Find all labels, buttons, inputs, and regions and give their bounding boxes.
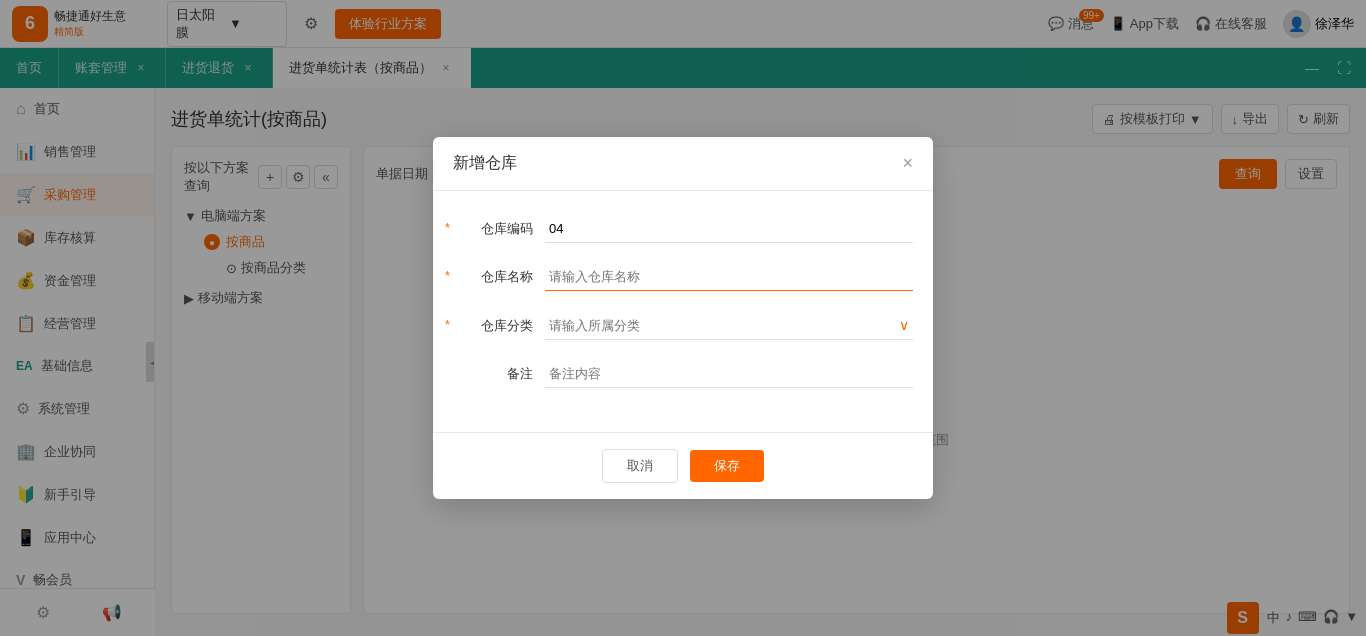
warehouse-name-label: 仓库名称 xyxy=(453,268,533,286)
warehouse-name-row: 仓库名称 xyxy=(453,263,913,291)
warehouse-category-row: 仓库分类 ∨ xyxy=(453,311,913,340)
warehouse-category-label: 仓库分类 xyxy=(453,317,533,335)
category-dropdown-icon: ∨ xyxy=(899,317,909,333)
warehouse-code-label: 仓库编码 xyxy=(453,220,533,238)
modal-close-icon[interactable]: × xyxy=(902,153,913,174)
modal-body: 仓库编码 仓库名称 仓库分类 ∨ 备注 xyxy=(433,191,933,432)
warehouse-note-label: 备注 xyxy=(453,365,533,383)
add-warehouse-modal: 新增仓库 × 仓库编码 仓库名称 仓库分类 ∨ 备注 取消 保存 xyxy=(433,137,933,499)
modal-header: 新增仓库 × xyxy=(433,137,933,191)
warehouse-note-row: 备注 xyxy=(453,360,913,388)
warehouse-category-select[interactable]: ∨ xyxy=(545,311,913,340)
warehouse-category-input[interactable] xyxy=(549,318,899,333)
modal-footer: 取消 保存 xyxy=(433,432,933,499)
warehouse-code-input[interactable] xyxy=(545,215,913,243)
modal-title: 新增仓库 xyxy=(453,153,517,174)
save-button[interactable]: 保存 xyxy=(690,450,764,482)
cancel-button[interactable]: 取消 xyxy=(602,449,678,483)
warehouse-code-row: 仓库编码 xyxy=(453,215,913,243)
warehouse-name-input[interactable] xyxy=(545,263,913,291)
warehouse-note-input[interactable] xyxy=(545,360,913,388)
